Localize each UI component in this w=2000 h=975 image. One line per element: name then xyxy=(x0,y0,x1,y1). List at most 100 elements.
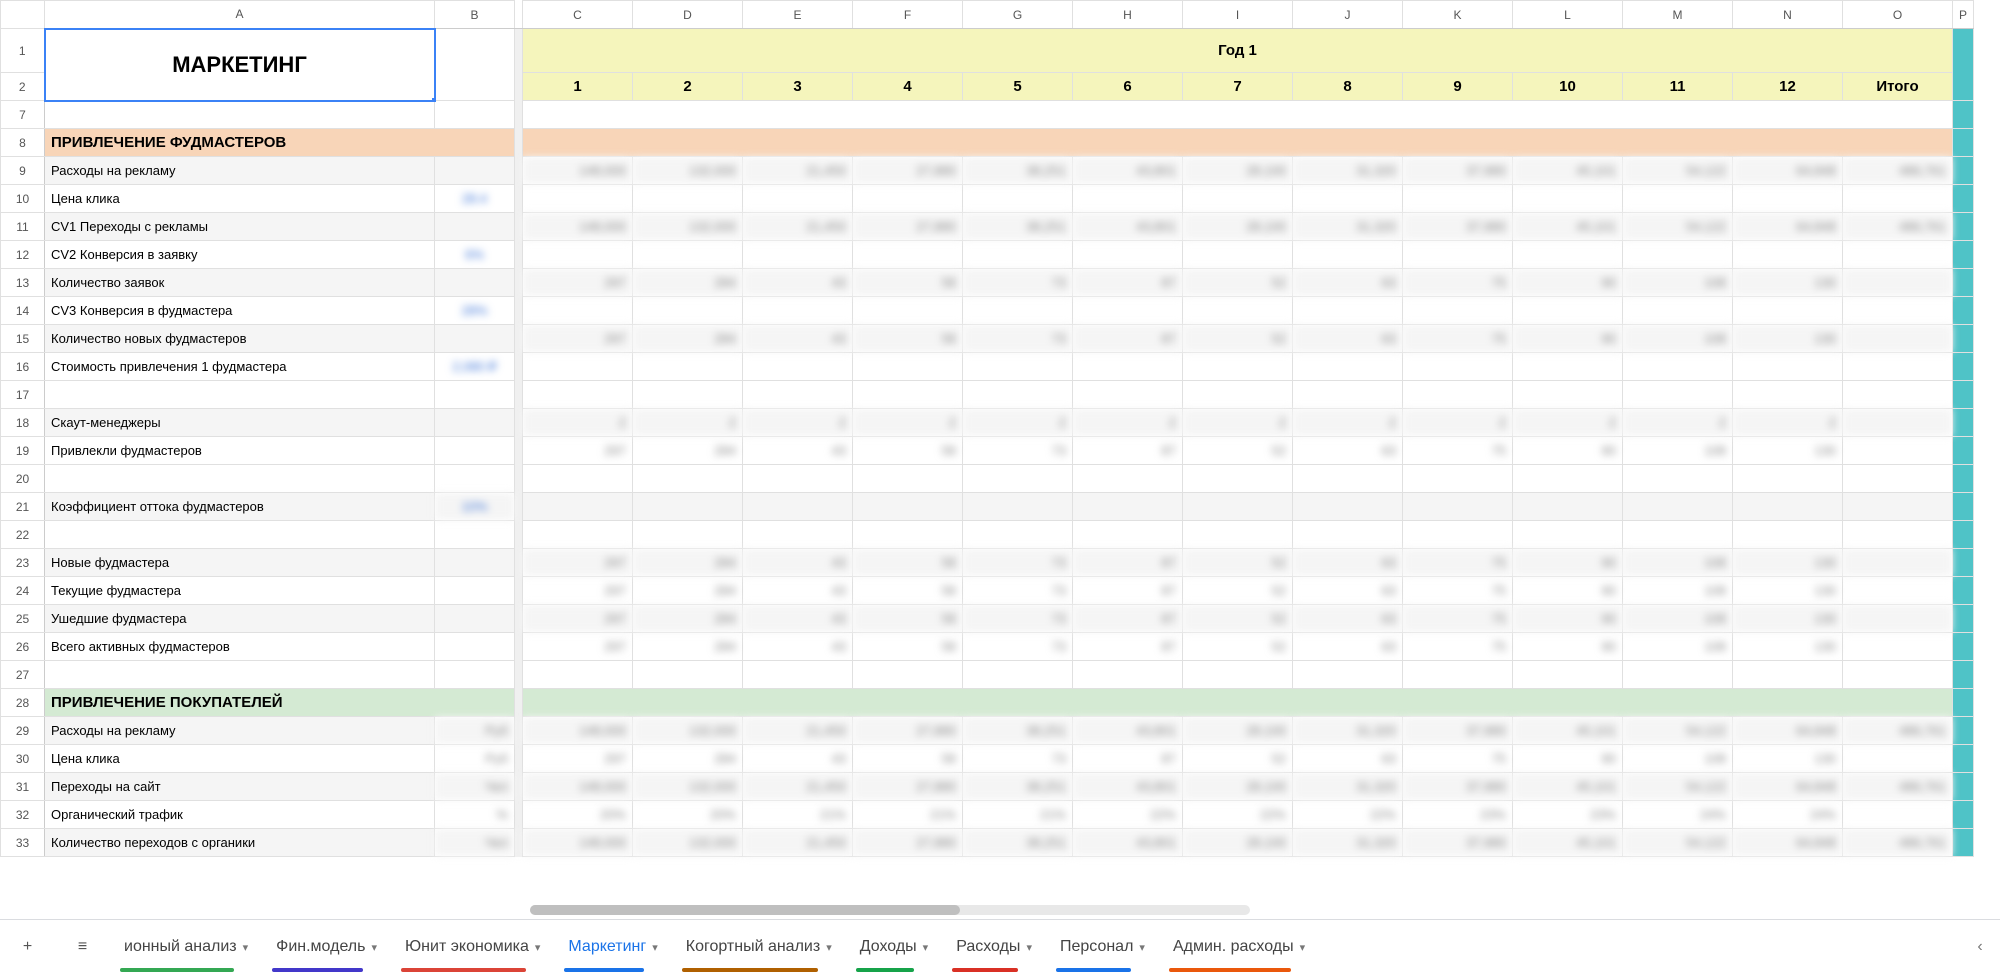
row-label[interactable]: Количество переходов с органики xyxy=(45,829,435,857)
cell[interactable]: 43 xyxy=(743,437,853,465)
col-header-G[interactable]: G xyxy=(963,1,1073,29)
row-header[interactable]: 17 xyxy=(1,381,45,409)
chevron-down-icon[interactable]: ▾ xyxy=(1026,941,1032,954)
cell[interactable] xyxy=(1623,241,1733,269)
cell[interactable]: 108 xyxy=(1623,577,1733,605)
row-label[interactable]: Текущие фудмастера xyxy=(45,577,435,605)
cell-total[interactable] xyxy=(1843,409,1953,437)
sheet-tab[interactable]: Юнит экономика▾ xyxy=(391,920,554,975)
cell[interactable] xyxy=(853,381,963,409)
cell[interactable]: 37,980 xyxy=(1403,157,1513,185)
cell[interactable]: 130 xyxy=(1733,633,1843,661)
cell[interactable]: 45,101 xyxy=(1513,717,1623,745)
sheet-tab[interactable]: Маркетинг▾ xyxy=(554,920,671,975)
cell[interactable]: 108 xyxy=(1623,325,1733,353)
cell-b[interactable]: Руб xyxy=(435,745,515,773)
month-1[interactable]: 1 xyxy=(523,73,633,101)
row-label[interactable]: Цена клика xyxy=(45,745,435,773)
month-8[interactable]: 8 xyxy=(1293,73,1403,101)
cell[interactable]: 108 xyxy=(1623,633,1733,661)
cell[interactable]: 148,000 xyxy=(523,213,633,241)
cell[interactable]: 75 xyxy=(1403,269,1513,297)
row-header[interactable]: 20 xyxy=(1,465,45,493)
cell[interactable]: 43,801 xyxy=(1073,213,1183,241)
cell[interactable]: 43 xyxy=(743,605,853,633)
row-label[interactable] xyxy=(45,661,435,689)
cell[interactable] xyxy=(1733,661,1843,689)
cell-total[interactable] xyxy=(1843,605,1953,633)
cell[interactable]: 297 xyxy=(523,437,633,465)
cell[interactable]: 73 xyxy=(963,745,1073,773)
row-header[interactable]: 27 xyxy=(1,661,45,689)
cell[interactable]: 24% xyxy=(1623,801,1733,829)
cell[interactable]: 297 xyxy=(523,633,633,661)
cell-b[interactable] xyxy=(435,549,515,577)
chevron-down-icon[interactable]: ▾ xyxy=(243,941,249,954)
chevron-down-icon[interactable]: ▾ xyxy=(923,941,929,954)
cell[interactable] xyxy=(1623,465,1733,493)
cell-b[interactable] xyxy=(435,521,515,549)
cell[interactable]: 284 xyxy=(633,745,743,773)
cell[interactable]: 130 xyxy=(1733,745,1843,773)
cell[interactable]: 2 xyxy=(1293,409,1403,437)
cell[interactable] xyxy=(743,381,853,409)
cell[interactable]: 130 xyxy=(1733,269,1843,297)
row-label[interactable]: Количество заявок xyxy=(45,269,435,297)
cell[interactable]: 132,000 xyxy=(633,213,743,241)
cell[interactable]: 108 xyxy=(1623,745,1733,773)
cell[interactable]: 24% xyxy=(1733,801,1843,829)
cell[interactable]: 297 xyxy=(523,325,633,353)
cell[interactable] xyxy=(1073,465,1183,493)
cell[interactable]: 37,980 xyxy=(1403,773,1513,801)
cell[interactable]: 38,251 xyxy=(963,213,1073,241)
cell-total[interactable] xyxy=(1843,437,1953,465)
cell[interactable]: 284 xyxy=(633,605,743,633)
cell[interactable] xyxy=(1513,465,1623,493)
cell[interactable]: 43 xyxy=(743,577,853,605)
row-label[interactable]: Привлекли фудмастеров xyxy=(45,437,435,465)
cell[interactable]: 63 xyxy=(1293,437,1403,465)
cell[interactable]: 148,000 xyxy=(523,157,633,185)
cell[interactable]: 54,122 xyxy=(1623,717,1733,745)
cell-total[interactable]: 486,761 xyxy=(1843,717,1953,745)
cell[interactable] xyxy=(1073,185,1183,213)
cell[interactable]: 21,450 xyxy=(743,157,853,185)
cell[interactable]: 284 xyxy=(633,437,743,465)
cell[interactable]: 90 xyxy=(1513,549,1623,577)
cell[interactable] xyxy=(853,297,963,325)
cell[interactable] xyxy=(1293,381,1403,409)
cell[interactable]: 58 xyxy=(853,577,963,605)
cell[interactable] xyxy=(1403,493,1513,521)
cell[interactable]: 28,100 xyxy=(1183,157,1293,185)
cell[interactable]: 58 xyxy=(853,633,963,661)
row-header[interactable]: 19 xyxy=(1,437,45,465)
cell[interactable]: 37,980 xyxy=(1403,829,1513,857)
cell-total[interactable] xyxy=(1843,353,1953,381)
col-header-C[interactable]: C xyxy=(523,1,633,29)
cell[interactable]: 54,122 xyxy=(1623,157,1733,185)
month-10[interactable]: 10 xyxy=(1513,73,1623,101)
cell[interactable] xyxy=(963,297,1073,325)
cell[interactable] xyxy=(963,353,1073,381)
cell[interactable]: 63 xyxy=(1293,577,1403,605)
row-label[interactable]: Переходы на сайт xyxy=(45,773,435,801)
cell-b[interactable] xyxy=(435,577,515,605)
cell[interactable]: 21% xyxy=(853,801,963,829)
sheet-tab[interactable]: Админ. расходы▾ xyxy=(1159,920,1319,975)
cell-b[interactable] xyxy=(435,325,515,353)
month-9[interactable]: 9 xyxy=(1403,73,1513,101)
cell[interactable]: 52 xyxy=(1183,745,1293,773)
cell-total[interactable] xyxy=(1843,325,1953,353)
cell[interactable] xyxy=(633,353,743,381)
cell[interactable]: 43,801 xyxy=(1073,157,1183,185)
cell-total[interactable]: 486,761 xyxy=(1843,157,1953,185)
chevron-down-icon[interactable]: ▾ xyxy=(535,941,541,954)
col-header-E[interactable]: E xyxy=(743,1,853,29)
cell[interactable]: 43,801 xyxy=(1073,717,1183,745)
cell[interactable]: 21,450 xyxy=(743,829,853,857)
cell[interactable]: 64,848 xyxy=(1733,773,1843,801)
cell[interactable] xyxy=(1403,353,1513,381)
cell[interactable] xyxy=(1293,465,1403,493)
cell[interactable]: 87 xyxy=(1073,325,1183,353)
cell-b[interactable] xyxy=(435,661,515,689)
